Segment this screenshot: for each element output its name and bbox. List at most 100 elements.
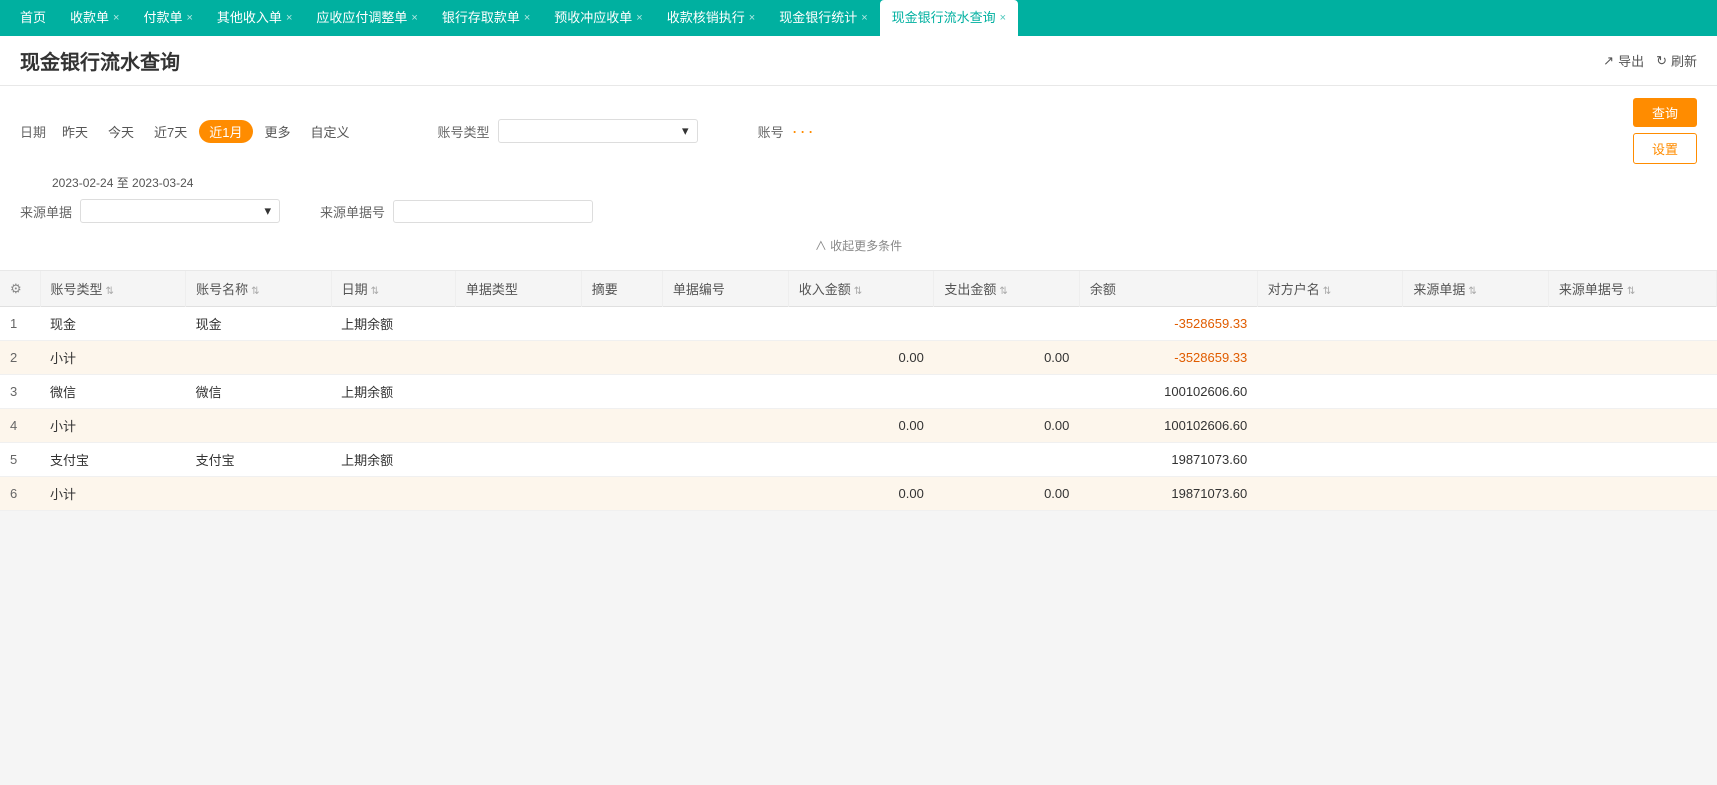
cell-source_doc <box>1403 477 1549 511</box>
sort-icon-source_doc: ⇅ <box>1468 286 1476 297</box>
date-label: 日期 <box>20 122 46 141</box>
cell-doc_no <box>662 341 788 375</box>
nav-item-银行存取款单[interactable]: 银行存取款单 × <box>430 0 542 36</box>
cell-source_doc_no <box>1548 341 1716 375</box>
close-icon[interactable]: × <box>636 0 642 36</box>
cell-income <box>788 375 934 409</box>
refresh-icon: ↻ <box>1656 53 1667 69</box>
cell-row_num: 6 <box>0 477 40 511</box>
account-type-select[interactable]: ▾ <box>498 119 698 143</box>
col-account_name[interactable]: 账号名称⇅ <box>186 271 332 307</box>
table-row: 5支付宝支付宝上期余额19871073.60 <box>0 443 1717 477</box>
date-option-更多[interactable]: 更多 <box>257 120 299 143</box>
col-counterparty[interactable]: 对方户名⇅ <box>1257 271 1403 307</box>
cell-summary <box>581 375 662 409</box>
close-icon[interactable]: × <box>286 0 292 36</box>
nav-item-收款核销执行[interactable]: 收款核销执行 × <box>655 0 767 36</box>
close-icon[interactable]: × <box>113 0 119 36</box>
cell-doc_type <box>455 443 581 477</box>
col-expense[interactable]: 支出金额⇅ <box>934 271 1080 307</box>
cell-account_name <box>186 409 332 443</box>
nav-item-收款单[interactable]: 收款单 × <box>58 0 131 36</box>
cell-counterparty <box>1257 477 1403 511</box>
cell-row_num: 2 <box>0 341 40 375</box>
cell-account_name <box>186 341 332 375</box>
cell-income: 0.00 <box>788 477 934 511</box>
date-option-近1月[interactable]: 近1月 <box>199 120 252 143</box>
close-icon[interactable]: × <box>411 0 417 36</box>
cell-account_type: 小计 <box>40 477 186 511</box>
collapse-bar[interactable]: ∧ 收起更多条件 <box>20 233 1697 258</box>
col-balance: 余额 <box>1079 271 1257 307</box>
col-date[interactable]: 日期⇅ <box>331 271 455 307</box>
cell-source_doc <box>1403 307 1549 341</box>
close-icon[interactable]: × <box>186 0 192 36</box>
table-header: ⚙账号类型⇅账号名称⇅日期⇅单据类型摘要单据编号收入金额⇅支出金额⇅余额对方户名… <box>0 271 1717 307</box>
col-income[interactable]: 收入金额⇅ <box>788 271 934 307</box>
col-doc_type: 单据类型 <box>455 271 581 307</box>
cell-source_doc <box>1403 443 1549 477</box>
nav-item-付款单[interactable]: 付款单 × <box>131 0 204 36</box>
sort-icon-counterparty: ⇅ <box>1323 286 1331 297</box>
close-icon[interactable]: × <box>524 0 530 36</box>
cell-source_doc_no <box>1548 375 1716 409</box>
cell-summary <box>581 341 662 375</box>
col-settings: ⚙ <box>0 271 40 307</box>
date-option-昨天[interactable]: 昨天 <box>54 120 96 143</box>
source-doc-no-label: 来源单据号 <box>320 202 385 221</box>
settings-button[interactable]: 设置 <box>1633 133 1697 164</box>
source-doc-no-input[interactable] <box>393 200 593 223</box>
account-type-label: 账号类型 <box>438 122 490 141</box>
close-icon[interactable]: × <box>1000 0 1006 36</box>
cell-summary <box>581 307 662 341</box>
date-option-今天[interactable]: 今天 <box>100 120 142 143</box>
settings-icon[interactable]: ⚙ <box>10 281 22 296</box>
account-dots-button[interactable]: ··· <box>792 121 816 142</box>
export-button[interactable]: ↗ 导出 <box>1603 51 1644 70</box>
refresh-button[interactable]: ↻ 刷新 <box>1656 51 1697 70</box>
nav-item-预收冲应收单[interactable]: 预收冲应收单 × <box>542 0 654 36</box>
filter-area: 日期 昨天今天近7天近1月更多自定义 账号类型 ▾ 账号 ··· 查询 设置 2… <box>0 86 1717 271</box>
cell-doc_no <box>662 443 788 477</box>
sort-icon-date: ⇅ <box>371 286 379 297</box>
cell-counterparty <box>1257 443 1403 477</box>
date-option-近7天[interactable]: 近7天 <box>146 120 195 143</box>
query-button[interactable]: 查询 <box>1633 98 1697 127</box>
close-icon[interactable]: × <box>749 0 755 36</box>
table-body: 1现金现金上期余额-3528659.332小计0.000.00-3528659.… <box>0 307 1717 511</box>
source-doc-select[interactable]: ▾ <box>80 199 280 223</box>
table-header-row: ⚙账号类型⇅账号名称⇅日期⇅单据类型摘要单据编号收入金额⇅支出金额⇅余额对方户名… <box>0 271 1717 307</box>
cell-doc_type <box>455 375 581 409</box>
cell-source_doc_no <box>1548 477 1716 511</box>
col-source_doc[interactable]: 来源单据⇅ <box>1403 271 1549 307</box>
cell-account_name: 现金 <box>186 307 332 341</box>
cell-account_type: 小计 <box>40 341 186 375</box>
nav-item-首页[interactable]: 首页 <box>8 0 58 36</box>
cell-doc_type <box>455 307 581 341</box>
table-container: ⚙账号类型⇅账号名称⇅日期⇅单据类型摘要单据编号收入金额⇅支出金额⇅余额对方户名… <box>0 271 1717 511</box>
sort-icon-expense: ⇅ <box>999 286 1007 297</box>
date-options: 昨天今天近7天近1月更多自定义 <box>54 120 358 143</box>
col-account_type[interactable]: 账号类型⇅ <box>40 271 186 307</box>
nav-item-现金银行流水查询[interactable]: 现金银行流水查询 × <box>880 0 1018 36</box>
cell-account_name: 支付宝 <box>186 443 332 477</box>
cell-summary <box>581 443 662 477</box>
cell-expense: 0.00 <box>934 409 1080 443</box>
cell-summary <box>581 477 662 511</box>
date-option-自定义[interactable]: 自定义 <box>303 120 358 143</box>
cell-row_num: 5 <box>0 443 40 477</box>
cell-account_name: 微信 <box>186 375 332 409</box>
cell-doc_type <box>455 409 581 443</box>
source-doc-label: 来源单据 <box>20 202 72 221</box>
page-header: 现金银行流水查询 ↗ 导出 ↻ 刷新 <box>0 36 1717 86</box>
nav-item-现金银行统计[interactable]: 现金银行统计 × <box>767 0 879 36</box>
cell-counterparty <box>1257 307 1403 341</box>
table-row: 1现金现金上期余额-3528659.33 <box>0 307 1717 341</box>
close-icon[interactable]: × <box>861 0 867 36</box>
sort-icon-account_type: ⇅ <box>106 286 114 297</box>
nav-item-应收应付调整单[interactable]: 应收应付调整单 × <box>304 0 429 36</box>
nav-item-其他收入单[interactable]: 其他收入单 × <box>205 0 304 36</box>
col-source_doc_no[interactable]: 来源单据号⇅ <box>1548 271 1716 307</box>
cell-doc_no <box>662 307 788 341</box>
col-summary: 摘要 <box>581 271 662 307</box>
